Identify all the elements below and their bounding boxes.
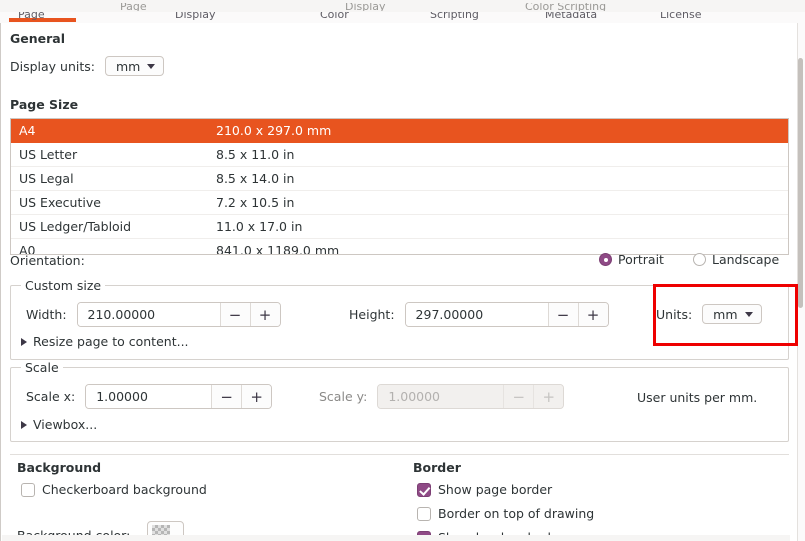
orientation-radio-landscape[interactable]: Landscape [693, 252, 779, 267]
scale-y-row: Scale y: 1.00000 − + [319, 384, 565, 409]
orientation-landscape-label: Landscape [712, 252, 780, 267]
orientation-radio-portrait[interactable]: Portrait [599, 252, 664, 267]
scale-y-increment-button: + [533, 385, 564, 408]
border-section-title: Border [413, 460, 461, 475]
scale-x-increment-button[interactable]: + [241, 385, 272, 408]
height-input[interactable]: 297.00000 [405, 303, 548, 326]
height-decrement-button[interactable]: − [547, 303, 578, 326]
tab-display[interactable]: Display [175, 12, 216, 21]
table-row[interactable]: US Letter 8.5 x 11.0 in [11, 143, 788, 167]
scale-x-label: Scale x: [26, 389, 76, 404]
scale-x-decrement-button[interactable]: − [211, 385, 242, 408]
scale-y-decrement-button: − [503, 385, 534, 408]
chevron-down-icon [744, 311, 753, 317]
units-combo[interactable]: mm [702, 304, 762, 324]
table-row[interactable]: A4 210.0 x 297.0 mm [11, 119, 788, 143]
checkbox-unchecked-icon [417, 506, 431, 521]
page-size-name: US Ledger/Tabloid [19, 219, 132, 234]
page-size-name: A4 [19, 123, 36, 138]
background-section-title: Background [17, 460, 102, 475]
resize-page-to-content-expander[interactable]: Resize page to content... [21, 334, 189, 349]
page-size-dims: 7.2 x 10.5 in [216, 195, 295, 210]
triangle-right-icon [21, 420, 27, 429]
scale-units-note: User units per mm. [637, 390, 758, 405]
table-row[interactable]: A0 841.0 x 1189.0 mm [11, 239, 788, 254]
units-label: Units: [656, 306, 693, 322]
height-increment-button[interactable]: + [577, 303, 608, 326]
table-row[interactable]: US Legal 8.5 x 14.0 in [11, 167, 788, 191]
custom-size-title: Custom size [21, 278, 106, 293]
tab-license[interactable]: License [660, 12, 701, 21]
chevron-down-icon [147, 63, 156, 69]
border-on-top-of-drawing-label: Border on top of drawing [438, 506, 595, 521]
display-units-row: Display units: mm [10, 56, 165, 76]
units-value: mm [713, 306, 738, 322]
viewbox-label: Viewbox... [33, 417, 98, 432]
scale-x-spinner[interactable]: 1.00000 − + [85, 384, 273, 409]
checkerboard-background-label: Checkerboard background [42, 482, 207, 497]
document-properties-page-panel: General Display units: mm Page Size A4 2… [0, 23, 797, 541]
checkbox-checked-icon [417, 482, 431, 497]
page-size-list[interactable]: A4 210.0 x 297.0 mm US Letter 8.5 x 11.0… [10, 118, 789, 255]
width-spinner[interactable]: 210.00000 − + [76, 302, 281, 327]
radio-selected-icon [599, 253, 612, 266]
tab-metadata[interactable]: Metadata [545, 12, 597, 21]
page-size-dims: 11.0 x 17.0 in [216, 219, 303, 234]
width-decrement-button[interactable]: − [219, 303, 250, 326]
checkerboard-background-checkbox[interactable]: Checkerboard background [21, 482, 207, 497]
width-row: Width: 210.00000 − + [26, 302, 281, 327]
orientation-label: Orientation: [10, 253, 85, 268]
checkbox-unchecked-icon [21, 482, 35, 497]
tab-color[interactable]: Color [320, 12, 349, 21]
triangle-right-icon [21, 337, 27, 346]
scale-y-spinner: 1.00000 − + [377, 384, 565, 409]
page-size-dims: 8.5 x 14.0 in [216, 171, 295, 186]
tab-scripting[interactable]: Scripting [430, 12, 479, 21]
units-row: Units: mm [656, 304, 762, 324]
width-input[interactable]: 210.00000 [77, 303, 220, 326]
scale-x-input[interactable]: 1.00000 [86, 385, 212, 408]
show-page-border-checkbox[interactable]: Show page border [417, 482, 552, 497]
page-size-name: US Executive [19, 195, 101, 210]
page-size-section-title: Page Size [10, 97, 79, 112]
display-units-label: Display units: [10, 58, 95, 74]
panel-bottom-edge [2, 535, 790, 541]
table-row[interactable]: US Ledger/Tabloid 11.0 x 17.0 in [11, 215, 788, 239]
border-on-top-of-drawing-checkbox[interactable]: Border on top of drawing [417, 506, 594, 521]
show-page-border-label: Show page border [438, 482, 553, 497]
page-size-dims: 210.0 x 297.0 mm [216, 123, 332, 138]
toolbar-ghost-mid: Display [345, 3, 386, 11]
section-divider [10, 454, 789, 455]
height-row: Height: 297.00000 − + [349, 302, 609, 327]
orientation-portrait-label: Portrait [618, 252, 664, 267]
table-row[interactable]: US Executive 7.2 x 10.5 in [11, 191, 788, 215]
viewbox-expander[interactable]: Viewbox... [21, 417, 97, 432]
height-spinner[interactable]: 297.00000 − + [404, 302, 609, 327]
display-units-combo[interactable]: mm [105, 56, 165, 76]
width-label: Width: [26, 307, 67, 322]
toolbar-ghost-left: Page [120, 3, 147, 11]
width-increment-button[interactable]: + [249, 303, 280, 326]
page-size-name: US Letter [19, 147, 78, 162]
tab-page[interactable]: Page [18, 12, 45, 21]
general-section-title: General [10, 31, 65, 46]
scale-x-row: Scale x: 1.00000 − + [26, 384, 273, 409]
height-label: Height: [349, 307, 395, 322]
radio-unselected-icon [693, 253, 706, 266]
panel-vertical-scrollbar[interactable] [797, 23, 805, 541]
scale-y-input: 1.00000 [378, 385, 504, 408]
page-size-dims: 8.5 x 11.0 in [216, 147, 295, 162]
scale-y-label: Scale y: [319, 389, 368, 404]
page-size-name: US Legal [19, 171, 74, 186]
display-units-value: mm [116, 58, 141, 74]
toolbar-ghost-right: Color Scripting [525, 3, 607, 11]
scrollbar-thumb[interactable] [798, 58, 803, 308]
scale-title: Scale [21, 360, 63, 375]
resize-page-to-content-label: Resize page to content... [33, 334, 189, 349]
